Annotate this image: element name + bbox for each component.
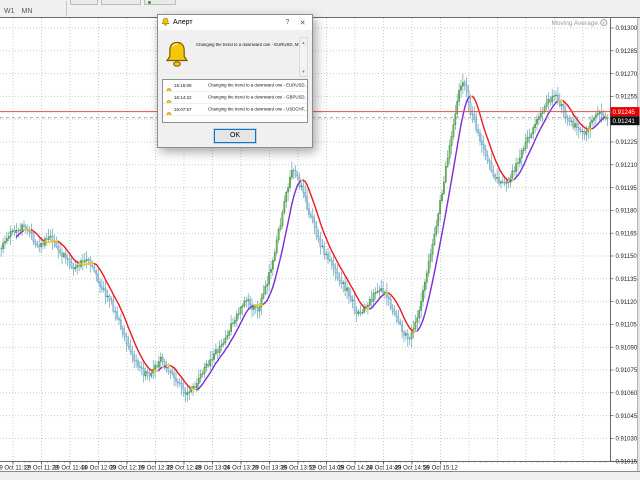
alert-list-item[interactable]: 16:14:22 Changing the trend to a downward…: [163, 92, 307, 104]
toolbar-separator: [66, 1, 67, 16]
alert-message: Changing the trend to a downward one - E…: [196, 43, 306, 48]
bell-icon: [165, 94, 174, 103]
svg-text:29 Oct 15:12: 29 Oct 15:12: [423, 466, 458, 472]
alert-list-item[interactable]: 16:07:57 Changing the trend to a downward…: [163, 104, 307, 116]
svg-text:0.91255: 0.91255: [616, 95, 638, 101]
status-dot-icon: [148, 1, 151, 4]
scrollbar-track[interactable]: [300, 47, 307, 67]
scroll-up-button[interactable]: ▲: [300, 38, 307, 47]
bell-icon: [161, 14, 170, 32]
alert-time: 16:14:22: [174, 95, 192, 100]
svg-text:0.91090: 0.91090: [616, 345, 638, 351]
timeframe-buttons: W1 MN: [0, 0, 35, 17]
toolbar-button-stub[interactable]: [101, 0, 141, 5]
svg-text:0.91105: 0.91105: [616, 323, 638, 329]
svg-text:0.91225: 0.91225: [616, 140, 638, 146]
indicator-label: Moving Average i: [552, 19, 608, 27]
alert-list: 16:15:09 Changing the trend to a downward…: [162, 79, 308, 123]
alert-text: Changing the trend to a downward one - E…: [208, 83, 307, 88]
svg-text:0.91270: 0.91270: [616, 72, 638, 78]
close-button[interactable]: ✕: [296, 19, 309, 27]
status-bar: [0, 472, 640, 480]
alert-list-item[interactable]: 16:15:09 Changing the trend to a downward…: [163, 80, 307, 92]
svg-text:0.91135: 0.91135: [616, 277, 638, 283]
alert-time: 16:15:09: [174, 83, 192, 88]
alert-dialog: Алерт ? ✕ Changing the trend to a downwa…: [157, 14, 313, 148]
svg-text:0.91060: 0.91060: [616, 391, 638, 397]
toolbar-button-stub[interactable]: [70, 0, 98, 5]
alert-text: Changing the trend to a downward one - U…: [208, 107, 307, 112]
timeframe-button-w1[interactable]: W1: [4, 8, 15, 15]
svg-text:0.91195: 0.91195: [616, 186, 638, 192]
svg-text:0.91285: 0.91285: [616, 49, 638, 55]
alert-time: 16:07:57: [174, 107, 192, 112]
svg-text:0.91030: 0.91030: [616, 437, 638, 443]
svg-text:0.91120: 0.91120: [616, 300, 638, 306]
help-button[interactable]: ?: [281, 19, 294, 26]
ok-button[interactable]: OK: [213, 128, 257, 144]
svg-text:0.91075: 0.91075: [616, 368, 638, 374]
alert-bell-icon: [165, 41, 189, 68]
svg-text:0.91210: 0.91210: [616, 163, 638, 169]
svg-text:0.91241: 0.91241: [613, 118, 636, 125]
toolbar: W1 MN: [0, 0, 640, 17]
price-axis: 0.91300 0.91285 0.91270 0.91255 0.91225 0.912…: [610, 26, 638, 465]
bell-icon: [165, 106, 174, 115]
svg-text:0.91245: 0.91245: [613, 109, 636, 116]
svg-text:0.91015: 0.91015: [616, 459, 638, 465]
svg-text:Moving Average: Moving Average: [552, 20, 599, 27]
svg-text:0.91180: 0.91180: [616, 209, 638, 215]
price-chart[interactable]: 0.91300 0.91285 0.91270 0.91255 0.91225 0.912…: [0, 0, 640, 480]
message-scrollbar[interactable]: ▲ ▼: [299, 37, 308, 77]
svg-text:0.91165: 0.91165: [616, 231, 638, 237]
dialog-title: Алерт: [173, 19, 193, 26]
price-tags: 0.91245 0.91241: [610, 107, 640, 126]
timeframe-button-mn[interactable]: MN: [22, 8, 33, 15]
alert-text: Changing the trend to a downward one - G…: [208, 95, 307, 100]
svg-text:0.91150: 0.91150: [616, 254, 638, 260]
svg-text:i: i: [603, 21, 604, 26]
svg-text:0.91300: 0.91300: [616, 26, 638, 32]
svg-text:0.91045: 0.91045: [616, 414, 638, 420]
dialog-title-bar[interactable]: Алерт ? ✕: [158, 15, 312, 30]
scroll-down-button[interactable]: ▼: [300, 67, 307, 76]
bell-icon: [165, 82, 174, 91]
time-axis: 29 Oct 11:1229 Oct 11:2829 Oct 11:4429 O…: [0, 461, 607, 472]
